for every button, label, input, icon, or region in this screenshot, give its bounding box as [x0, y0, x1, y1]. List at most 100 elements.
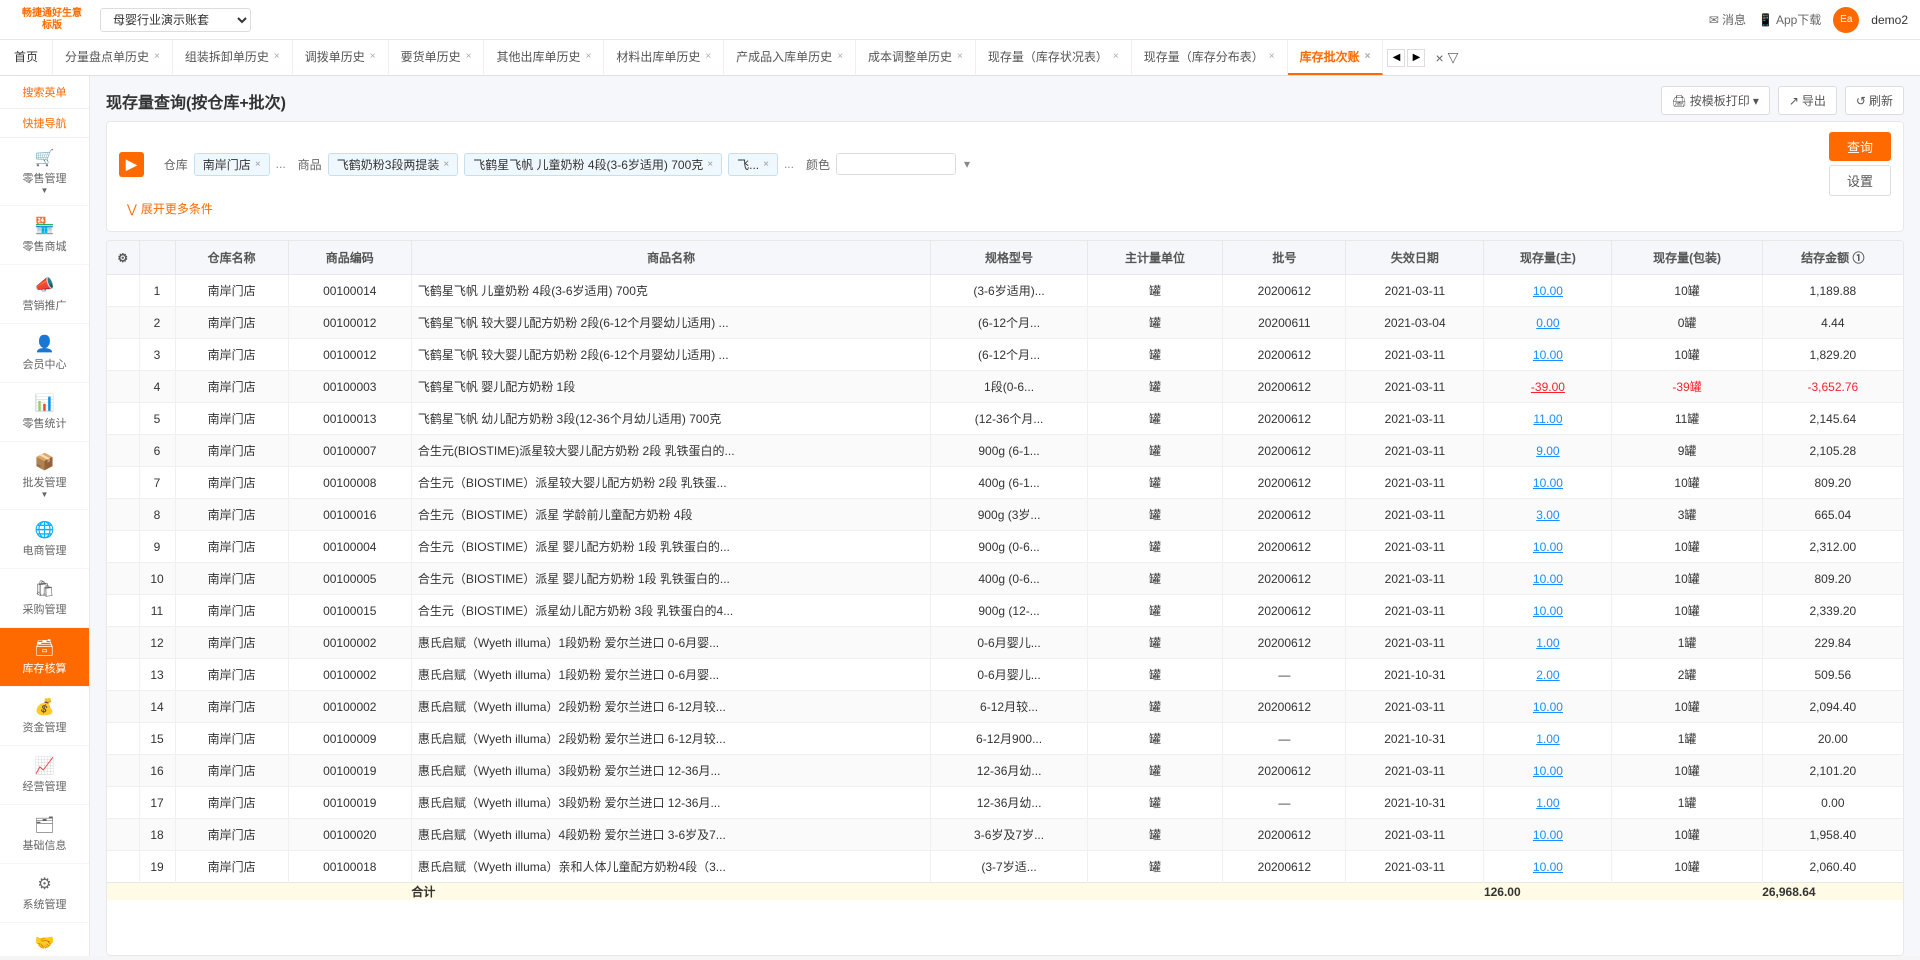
close-tab-qitachu[interactable]: ×: [585, 51, 591, 62]
cell-stock-main[interactable]: 3.00: [1484, 499, 1612, 531]
cell-stock-main[interactable]: -39.00: [1484, 371, 1612, 403]
sidebar-item-marketing[interactable]: 📣 营销推广: [0, 265, 89, 324]
refresh-button[interactable]: ↺ 刷新: [1845, 86, 1904, 115]
col-unit: 主计量单位: [1087, 241, 1222, 275]
sidebar-item-corp[interactable]: 🤝 企业协同: [0, 923, 89, 956]
tab-menu[interactable]: ▽: [1448, 49, 1459, 66]
message-icon: ✉: [1709, 13, 1719, 27]
cell-stock-main[interactable]: 1.00: [1484, 723, 1612, 755]
print-button[interactable]: 🖨 按模板打印 ▾: [1661, 86, 1770, 115]
tab-scroll-right[interactable]: ▶: [1407, 49, 1425, 67]
sidebar-item-inventory[interactable]: 🗃 库存核算: [0, 628, 89, 687]
warehouse-tag-close[interactable]: ×: [255, 159, 261, 170]
sidebar-item-label-finance: 资金管理: [23, 719, 67, 735]
cell-name: 飞鹤星飞帆 较大婴儿配方奶粉 2段(6-12个月婴幼儿适用) ...: [411, 307, 930, 339]
avatar[interactable]: Ea: [1833, 7, 1859, 33]
tab-xianzaipk[interactable]: 现存量（库存状况表） ×: [976, 40, 1132, 75]
close-tab-pici[interactable]: ×: [1365, 51, 1371, 62]
cell-index: 16: [139, 755, 175, 787]
close-tab-cailiao[interactable]: ×: [705, 51, 711, 62]
cell-stock-main[interactable]: 10.00: [1484, 531, 1612, 563]
color-input[interactable]: [836, 153, 956, 175]
tab-yaohuo[interactable]: 要货单历史 ×: [389, 40, 485, 75]
sidebar-item-basic[interactable]: 🗂 基础信息: [0, 805, 89, 864]
sidebar-item-ecommerce[interactable]: 🌐 电商管理: [0, 510, 89, 569]
product-tag-2[interactable]: 飞鹤星飞帆 儿童奶粉 4段(3-6岁适用) 700克 ×: [464, 153, 722, 176]
col-settings[interactable]: ⚙: [107, 241, 139, 275]
sidebar-item-label-basic: 基础信息: [23, 837, 67, 853]
expand-more-conditions[interactable]: ⋁ 展开更多条件: [119, 196, 1891, 221]
app-download-button[interactable]: 📱 App下载: [1758, 11, 1821, 28]
product-tag-1-close[interactable]: ×: [443, 159, 449, 170]
cell-stock-main[interactable]: 10.00: [1484, 691, 1612, 723]
cell-code: 00100003: [288, 371, 411, 403]
product-tag-3-close[interactable]: ×: [763, 159, 769, 170]
tab-fenku[interactable]: 分量盘点单历史 ×: [53, 40, 173, 75]
cell-stock-main[interactable]: 1.00: [1484, 787, 1612, 819]
sidebar-item-retail-shop[interactable]: 🏪 零售商城: [0, 206, 89, 265]
tab-zuhe[interactable]: 组装拆卸单历史 ×: [173, 40, 293, 75]
sidebar-item-finance[interactable]: 💰 资金管理: [0, 687, 89, 746]
message-button[interactable]: ✉ 消息: [1709, 11, 1746, 28]
close-tab-fenku[interactable]: ×: [154, 51, 160, 62]
sidebar-item-purchase[interactable]: 🛍 采购管理: [0, 569, 89, 628]
close-tab-xianzaifb[interactable]: ×: [1269, 51, 1275, 62]
product-more[interactable]: ...: [784, 157, 794, 171]
warehouse-tag[interactable]: 南岸门店 ×: [194, 153, 270, 176]
cell-stock-main[interactable]: 10.00: [1484, 595, 1612, 627]
query-button[interactable]: 查询: [1829, 132, 1891, 161]
close-tab-zuhe[interactable]: ×: [274, 51, 280, 62]
sidebar-item-retail-mgmt[interactable]: 🛒 零售管理 ▼: [0, 138, 89, 206]
cell-batch: 20200612: [1223, 339, 1346, 371]
close-tab-tiaobo[interactable]: ×: [370, 51, 376, 62]
tab-xianzaifb[interactable]: 现存量（库存分布表） ×: [1132, 40, 1288, 75]
close-tab-xianzaipk[interactable]: ×: [1113, 51, 1119, 62]
tab-home[interactable]: 首页: [0, 40, 53, 75]
cell-stock-main[interactable]: 2.00: [1484, 659, 1612, 691]
product-tag-1[interactable]: 飞鹤奶粉3段两提装 ×: [328, 153, 459, 176]
tab-cailiao[interactable]: 材料出库单历史 ×: [604, 40, 724, 75]
product-tag-3[interactable]: 飞... ×: [728, 153, 778, 176]
cell-stock-main[interactable]: 10.00: [1484, 851, 1612, 883]
tab-pici[interactable]: 库存批次账 ×: [1288, 40, 1384, 75]
filter-collapse-arrow[interactable]: ▶: [119, 152, 144, 177]
cell-name: 合生元（BIOSTIME）派星 婴儿配方奶粉 1段 乳铁蛋白的...: [411, 563, 930, 595]
sidebar-item-wholesale[interactable]: 📦 批发管理 ▼: [0, 442, 89, 510]
cell-stock-main[interactable]: 10.00: [1484, 339, 1612, 371]
industry-selector[interactable]: 母婴行业演示账套: [100, 8, 251, 32]
cell-expire: 2021-03-11: [1346, 851, 1484, 883]
color-dropdown-icon[interactable]: ▾: [964, 157, 970, 171]
tab-close-all[interactable]: ×: [1435, 50, 1443, 66]
sidebar-item-member[interactable]: 👤 会员中心: [0, 324, 89, 383]
cell-stock-main[interactable]: 10.00: [1484, 755, 1612, 787]
close-tab-chanpin[interactable]: ×: [837, 51, 843, 62]
sidebar-item-ops[interactable]: 📈 经营管理: [0, 746, 89, 805]
tab-chengben[interactable]: 成本调整单历史 ×: [856, 40, 976, 75]
cell-name: 飞鹤星飞帆 儿童奶粉 4段(3-6岁适用) 700克: [411, 275, 930, 307]
cell-stock-main[interactable]: 10.00: [1484, 563, 1612, 595]
cell-stock-main[interactable]: 10.00: [1484, 819, 1612, 851]
setting-button[interactable]: 设置: [1829, 165, 1891, 196]
cell-stock-main[interactable]: 1.00: [1484, 627, 1612, 659]
export-button[interactable]: ↗ 导出: [1778, 86, 1837, 115]
cell-stock-main[interactable]: 10.00: [1484, 467, 1612, 499]
product-tag-2-close[interactable]: ×: [707, 159, 713, 170]
tab-tiaobo[interactable]: 调拨单历史 ×: [293, 40, 389, 75]
footer-empty1: [107, 883, 411, 901]
sidebar-search[interactable]: 搜索英单: [0, 76, 89, 109]
warehouse-more[interactable]: ...: [276, 157, 286, 171]
tab-chanpin[interactable]: 产成品入库单历史 ×: [724, 40, 856, 75]
sidebar-item-retail-stats[interactable]: 📊 零售统计: [0, 383, 89, 442]
close-tab-yaohuo[interactable]: ×: [466, 51, 472, 62]
tab-qitachu[interactable]: 其他出库单历史 ×: [484, 40, 604, 75]
sidebar-quick-nav[interactable]: 快捷导航: [0, 109, 89, 138]
cell-stock-main[interactable]: 11.00: [1484, 403, 1612, 435]
sidebar-item-system[interactable]: ⚙ 系统管理: [0, 864, 89, 923]
cell-stock-main[interactable]: 9.00: [1484, 435, 1612, 467]
cell-stock-main[interactable]: 0.00: [1484, 307, 1612, 339]
cell-expire: 2021-03-11: [1346, 819, 1484, 851]
cell-stock-main[interactable]: 10.00: [1484, 275, 1612, 307]
tab-scroll-left[interactable]: ◀: [1387, 49, 1405, 67]
close-tab-chengben[interactable]: ×: [957, 51, 963, 62]
username[interactable]: demo2: [1871, 13, 1908, 27]
